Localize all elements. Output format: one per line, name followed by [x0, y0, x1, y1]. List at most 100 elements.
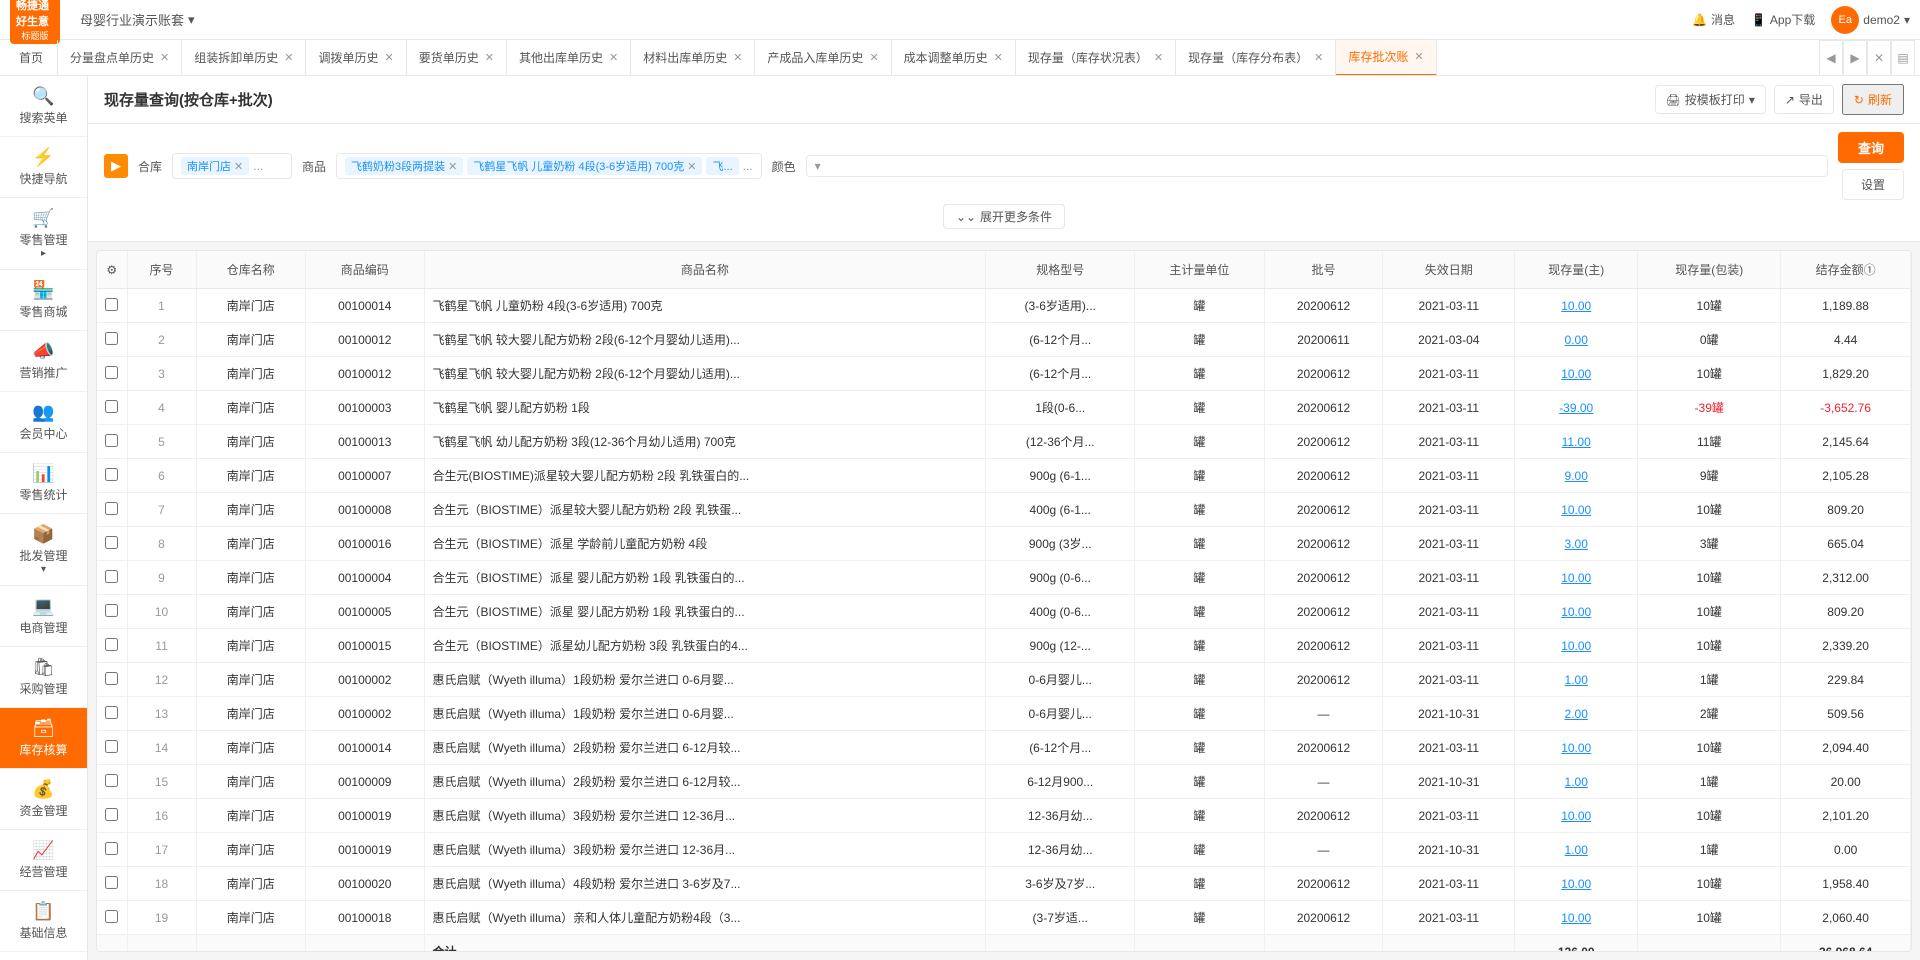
tab-close-icon[interactable]: ✕ — [733, 51, 742, 64]
tab-batch[interactable]: 库存批次账 ✕ — [1336, 40, 1436, 76]
tab-close-icon[interactable]: ✕ — [1314, 51, 1323, 64]
sidebar-item-system[interactable]: ⚙ 系统管理 — [0, 952, 87, 960]
row-check[interactable] — [97, 833, 127, 867]
sidebar-item-wholesale[interactable]: 📦 批发管理 ▾ — [0, 514, 87, 586]
setting-btn[interactable]: 设置 — [1842, 169, 1904, 200]
row-stock-main[interactable]: 10.00 — [1515, 901, 1638, 935]
row-checkbox[interactable] — [105, 774, 118, 787]
refresh-btn[interactable]: ↻ 刷新 — [1842, 84, 1904, 115]
row-stock-main[interactable]: 10.00 — [1515, 357, 1638, 391]
row-checkbox[interactable] — [105, 638, 118, 651]
row-stock-main[interactable]: 10.00 — [1515, 561, 1638, 595]
row-stock-main[interactable]: 11.00 — [1515, 425, 1638, 459]
row-checkbox[interactable] — [105, 332, 118, 345]
row-check[interactable] — [97, 289, 127, 323]
row-checkbox[interactable] — [105, 672, 118, 685]
app-download-btn[interactable]: 📱 App下载 — [1751, 11, 1815, 28]
sidebar-item-basic[interactable]: 📋 基础信息 — [0, 891, 87, 952]
tab-product-in[interactable]: 产成品入库单历史 ✕ — [755, 40, 891, 76]
template-print-btn[interactable]: 🖨 按模板打印 ▾ — [1655, 85, 1766, 114]
row-checkbox[interactable] — [105, 502, 118, 515]
messages-btn[interactable]: 🔔 消息 — [1692, 11, 1735, 28]
tab-close-icon[interactable]: ✕ — [1154, 51, 1163, 64]
sidebar-item-shortcut[interactable]: ⚡ 快捷导航 — [0, 137, 87, 198]
tab-diao-bo[interactable]: 调拨单历史 ✕ — [306, 40, 406, 76]
sidebar-item-retail-shop[interactable]: 🏪 零售商城 — [0, 270, 87, 331]
sidebar-item-ecommerce[interactable]: 💻 电商管理 — [0, 586, 87, 647]
row-check[interactable] — [97, 765, 127, 799]
row-checkbox[interactable] — [105, 468, 118, 481]
color-filter[interactable]: ▾ — [806, 155, 1828, 177]
row-checkbox[interactable] — [105, 808, 118, 821]
row-checkbox[interactable] — [105, 842, 118, 855]
sidebar-item-search[interactable]: 🔍 搜索英单 — [0, 76, 87, 137]
tab-close-icon[interactable]: ✕ — [284, 51, 293, 64]
tab-next-btn[interactable]: ▶ — [1843, 40, 1867, 76]
row-check[interactable] — [97, 595, 127, 629]
sidebar-item-finance[interactable]: 💰 资金管理 — [0, 769, 87, 830]
row-stock-main[interactable]: 9.00 — [1515, 459, 1638, 493]
row-check[interactable] — [97, 493, 127, 527]
row-checkbox[interactable] — [105, 366, 118, 379]
row-checkbox[interactable] — [105, 400, 118, 413]
row-checkbox[interactable] — [105, 604, 118, 617]
row-checkbox[interactable] — [105, 570, 118, 583]
company-selector[interactable]: 母婴行业演示账套 ▾ — [80, 10, 195, 29]
row-check[interactable] — [97, 323, 127, 357]
row-stock-main[interactable]: 1.00 — [1515, 765, 1638, 799]
sidebar-item-inventory[interactable]: 🗃 库存核算 — [0, 708, 87, 769]
tab-material-out[interactable]: 材料出库单历史 ✕ — [631, 40, 755, 76]
sidebar-item-retail[interactable]: 🛒 零售管理 ▸ — [0, 198, 87, 270]
row-check[interactable] — [97, 561, 127, 595]
row-checkbox[interactable] — [105, 536, 118, 549]
row-stock-main[interactable]: 1.00 — [1515, 663, 1638, 697]
sidebar-item-marketing[interactable]: 📣 营销推广 — [0, 331, 87, 392]
row-check[interactable] — [97, 527, 127, 561]
tab-stock-dist[interactable]: 现存量（库存分布表） ✕ — [1176, 40, 1336, 76]
row-stock-main[interactable]: 2.00 — [1515, 697, 1638, 731]
row-stock-main[interactable]: 10.00 — [1515, 493, 1638, 527]
row-stock-main[interactable]: -39.00 — [1515, 391, 1638, 425]
row-checkbox[interactable] — [105, 740, 118, 753]
tab-close-all-btn[interactable]: ✕ — [1867, 40, 1891, 76]
user-menu[interactable]: Ea demo2 ▾ — [1831, 6, 1910, 34]
export-btn[interactable]: ↗ 导出 — [1774, 85, 1834, 114]
row-check[interactable] — [97, 459, 127, 493]
tab-cost-adjust[interactable]: 成本调整单历史 ✕ — [892, 40, 1016, 76]
product-filter[interactable]: 飞鹤奶粉3段两提装 ✕ 飞鹤星飞帆 儿童奶粉 4段(3-6岁适用) 700克 ✕… — [336, 153, 762, 179]
tag-close-icon[interactable]: ✕ — [234, 160, 243, 173]
row-stock-main[interactable]: 10.00 — [1515, 629, 1638, 663]
tab-close-icon[interactable]: ✕ — [994, 51, 1003, 64]
row-check[interactable] — [97, 731, 127, 765]
row-check[interactable] — [97, 391, 127, 425]
row-check[interactable] — [97, 799, 127, 833]
tab-close-icon[interactable]: ✕ — [385, 51, 394, 64]
sidebar-item-purchase[interactable]: 🛍 采购管理 — [0, 647, 87, 708]
row-checkbox[interactable] — [105, 434, 118, 447]
tab-stock-status[interactable]: 现存量（库存状况表） ✕ — [1016, 40, 1176, 76]
expand-more-btn[interactable]: ⌄⌄ 展开更多条件 — [943, 204, 1065, 229]
row-checkbox[interactable] — [105, 298, 118, 311]
row-check[interactable] — [97, 357, 127, 391]
row-stock-main[interactable]: 0.00 — [1515, 323, 1638, 357]
row-checkbox[interactable] — [105, 876, 118, 889]
row-checkbox[interactable] — [105, 910, 118, 923]
tab-home[interactable]: 首页 — [5, 40, 58, 76]
row-stock-main[interactable]: 10.00 — [1515, 867, 1638, 901]
tab-menu-btn[interactable]: ▤ — [1891, 40, 1915, 76]
warehouse-filter[interactable]: 南岸门店 ✕ ... — [172, 153, 292, 179]
row-check[interactable] — [97, 629, 127, 663]
row-stock-main[interactable]: 10.00 — [1515, 289, 1638, 323]
search-btn[interactable]: 查询 — [1838, 132, 1904, 163]
product-more-btn[interactable]: ... — [743, 159, 753, 173]
tab-close-icon[interactable]: ✕ — [160, 51, 169, 64]
tag-close-icon[interactable]: ✕ — [687, 160, 696, 173]
tab-other-out[interactable]: 其他出库单历史 ✕ — [507, 40, 631, 76]
row-stock-main[interactable]: 10.00 — [1515, 731, 1638, 765]
tab-zu-chai[interactable]: 组装拆卸单历史 ✕ — [182, 40, 306, 76]
tab-close-icon[interactable]: ✕ — [609, 51, 618, 64]
filter-expand-btn[interactable]: ▶ — [104, 154, 128, 178]
row-stock-main[interactable]: 3.00 — [1515, 527, 1638, 561]
sidebar-item-retail-stats[interactable]: 📊 零售统计 — [0, 453, 87, 514]
row-stock-main[interactable]: 1.00 — [1515, 833, 1638, 867]
